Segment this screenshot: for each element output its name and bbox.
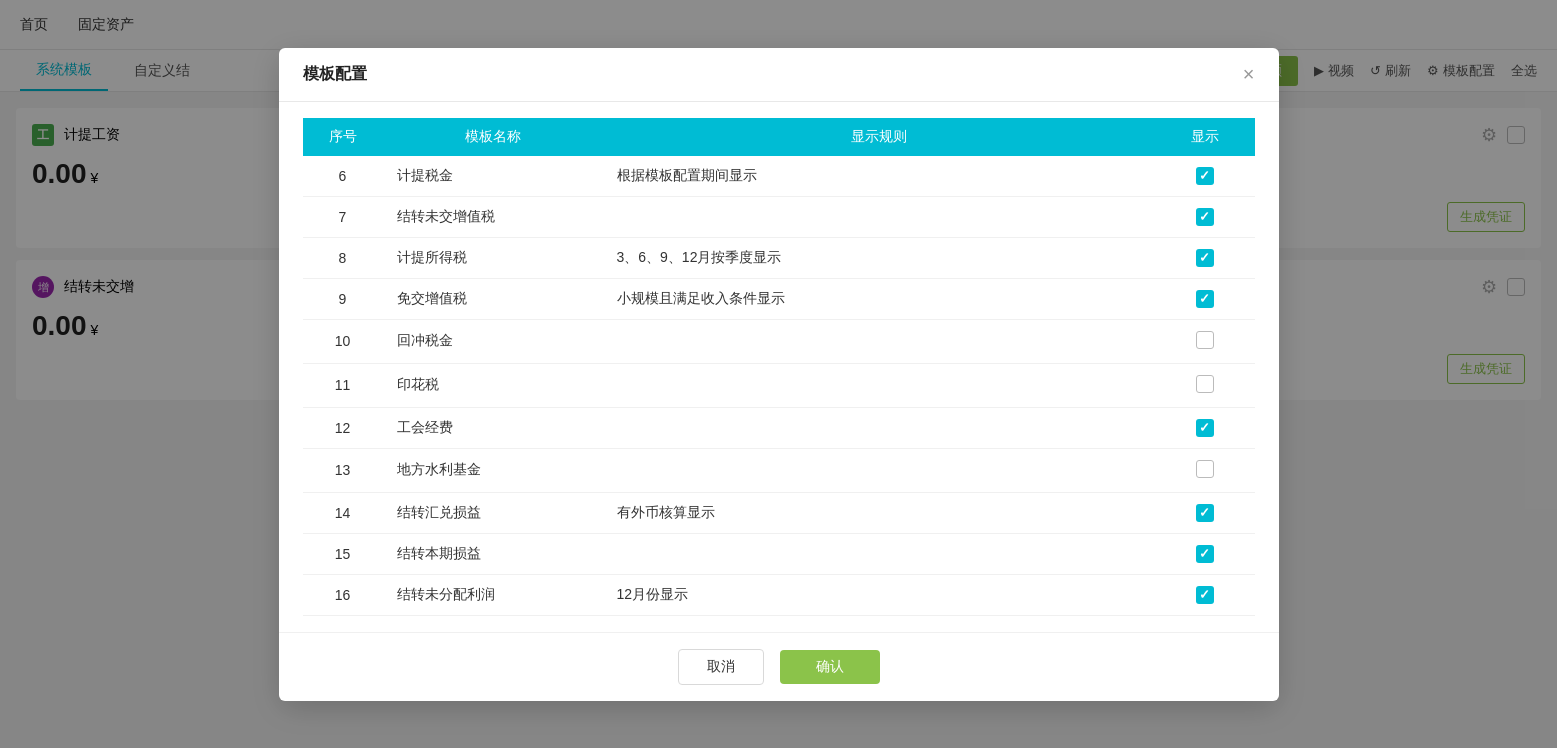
row-rule: 3、6、9、12月按季度显示 <box>603 237 1155 278</box>
table-header: 序号 模板名称 显示规则 显示 <box>303 118 1255 156</box>
row-checkbox[interactable] <box>1196 290 1214 308</box>
row-checkbox-cell <box>1155 492 1255 533</box>
row-rule <box>603 407 1155 448</box>
row-no: 9 <box>303 278 383 319</box>
row-checkbox-cell <box>1155 237 1255 278</box>
modal-body: 序号 模板名称 显示规则 显示 6计提税金根据模板配置期间显示7结转未交增值税8… <box>279 102 1279 632</box>
row-checkbox[interactable] <box>1196 504 1214 522</box>
row-no: 16 <box>303 574 383 615</box>
row-name: 工会经费 <box>383 407 603 448</box>
row-no: 8 <box>303 237 383 278</box>
row-name: 结转本期损益 <box>383 533 603 574</box>
row-name: 计提税金 <box>383 156 603 197</box>
row-no: 6 <box>303 156 383 197</box>
cancel-button[interactable]: 取消 <box>678 649 764 685</box>
row-rule <box>603 196 1155 237</box>
table-row: 12工会经费 <box>303 407 1255 448</box>
row-checkbox[interactable] <box>1196 419 1214 437</box>
row-checkbox[interactable] <box>1196 545 1214 563</box>
row-rule: 有外币核算显示 <box>603 492 1155 533</box>
row-checkbox[interactable] <box>1196 167 1214 185</box>
row-checkbox[interactable] <box>1196 375 1214 393</box>
row-checkbox-cell <box>1155 448 1255 492</box>
table-row: 10回冲税金 <box>303 319 1255 363</box>
col-header-name: 模板名称 <box>383 118 603 156</box>
table-row: 15结转本期损益 <box>303 533 1255 574</box>
row-name: 计提所得税 <box>383 237 603 278</box>
row-rule <box>603 448 1155 492</box>
table-body: 6计提税金根据模板配置期间显示7结转未交增值税8计提所得税3、6、9、12月按季… <box>303 156 1255 616</box>
row-no: 7 <box>303 196 383 237</box>
row-checkbox[interactable] <box>1196 586 1214 604</box>
col-header-show: 显示 <box>1155 118 1255 156</box>
row-checkbox[interactable] <box>1196 249 1214 267</box>
row-name: 印花税 <box>383 363 603 407</box>
row-rule <box>603 319 1155 363</box>
row-no: 11 <box>303 363 383 407</box>
row-checkbox-cell <box>1155 278 1255 319</box>
row-name: 结转未分配利润 <box>383 574 603 615</box>
row-checkbox[interactable] <box>1196 208 1214 226</box>
row-checkbox-cell <box>1155 363 1255 407</box>
row-checkbox-cell <box>1155 196 1255 237</box>
modal-close-button[interactable]: × <box>1243 64 1255 84</box>
table-row: 16结转未分配利润12月份显示 <box>303 574 1255 615</box>
modal-header: 模板配置 × <box>279 48 1279 102</box>
row-no: 12 <box>303 407 383 448</box>
row-checkbox-cell <box>1155 533 1255 574</box>
table-row: 13地方水利基金 <box>303 448 1255 492</box>
table-row: 8计提所得税3、6、9、12月按季度显示 <box>303 237 1255 278</box>
table-row: 14结转汇兑损益有外币核算显示 <box>303 492 1255 533</box>
modal-footer: 取消 确认 <box>279 632 1279 701</box>
background-page: 首页 固定资产 系统模板 自定义结 测算金额 ▶ 视频 ↺ 刷新 ⚙ 模板配置 … <box>0 0 1557 748</box>
row-checkbox-cell <box>1155 407 1255 448</box>
row-checkbox-cell <box>1155 156 1255 197</box>
template-config-modal: 模板配置 × 序号 模板名称 显示规则 显示 6计提税金根据模板配置期间 <box>279 48 1279 701</box>
confirm-button[interactable]: 确认 <box>780 650 880 684</box>
row-no: 10 <box>303 319 383 363</box>
modal-title: 模板配置 <box>303 64 367 85</box>
row-no: 15 <box>303 533 383 574</box>
row-rule: 12月份显示 <box>603 574 1155 615</box>
row-checkbox-cell <box>1155 574 1255 615</box>
row-rule: 小规模且满足收入条件显示 <box>603 278 1155 319</box>
table-row: 7结转未交增值税 <box>303 196 1255 237</box>
col-header-no: 序号 <box>303 118 383 156</box>
config-table: 序号 模板名称 显示规则 显示 6计提税金根据模板配置期间显示7结转未交增值税8… <box>303 118 1255 616</box>
row-name: 免交增值税 <box>383 278 603 319</box>
row-rule <box>603 533 1155 574</box>
row-name: 结转未交增值税 <box>383 196 603 237</box>
row-name: 回冲税金 <box>383 319 603 363</box>
table-row: 6计提税金根据模板配置期间显示 <box>303 156 1255 197</box>
row-rule <box>603 363 1155 407</box>
row-name: 结转汇兑损益 <box>383 492 603 533</box>
table-row: 9免交增值税小规模且满足收入条件显示 <box>303 278 1255 319</box>
row-no: 14 <box>303 492 383 533</box>
row-checkbox[interactable] <box>1196 331 1214 349</box>
row-no: 13 <box>303 448 383 492</box>
row-rule: 根据模板配置期间显示 <box>603 156 1155 197</box>
row-name: 地方水利基金 <box>383 448 603 492</box>
row-checkbox-cell <box>1155 319 1255 363</box>
row-checkbox[interactable] <box>1196 460 1214 478</box>
modal-overlay: 模板配置 × 序号 模板名称 显示规则 显示 6计提税金根据模板配置期间 <box>0 0 1557 748</box>
table-row: 11印花税 <box>303 363 1255 407</box>
col-header-rule: 显示规则 <box>603 118 1155 156</box>
